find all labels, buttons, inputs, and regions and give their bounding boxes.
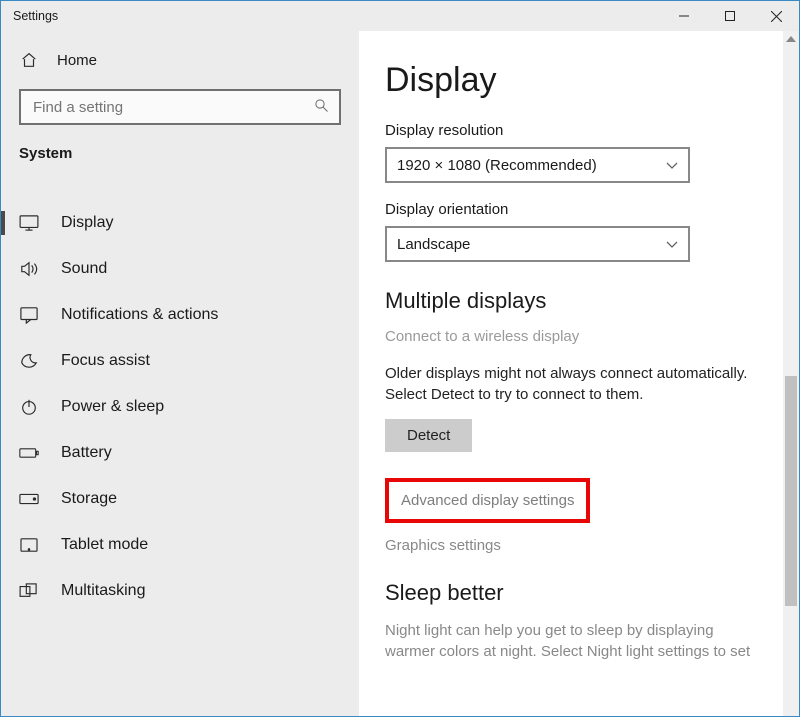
display-icon (19, 215, 39, 231)
sidebar-item-storage[interactable]: Storage (1, 476, 359, 522)
section-heading: System (1, 143, 359, 176)
storage-icon (19, 492, 39, 506)
sound-icon (19, 260, 39, 278)
minimize-button[interactable] (661, 1, 707, 31)
battery-icon (19, 446, 39, 460)
scroll-thumb[interactable] (785, 376, 797, 606)
sidebar-item-label: Power & sleep (61, 398, 164, 416)
home-label: Home (57, 52, 97, 69)
scroll-up-icon[interactable] (783, 31, 799, 47)
main-content: Display Display resolution 1920 × 1080 (… (359, 31, 783, 716)
window-controls (661, 1, 799, 31)
resolution-value: 1920 × 1080 (Recommended) (397, 157, 597, 174)
multitasking-icon (19, 583, 39, 599)
orientation-value: Landscape (397, 236, 470, 253)
orientation-label: Display orientation (385, 201, 761, 218)
search-icon (314, 98, 329, 117)
chevron-down-icon (666, 236, 678, 253)
scrollbar[interactable] (783, 31, 799, 716)
home-icon (19, 51, 39, 69)
sidebar-item-sound[interactable]: Sound (1, 246, 359, 292)
search-input[interactable] (19, 89, 341, 125)
sidebar-item-label: Focus assist (61, 352, 150, 370)
night-light-description: Night light can help you get to sleep by… (385, 620, 761, 662)
page-title: Display (385, 61, 761, 100)
sidebar: Home System Displ (1, 31, 359, 716)
nav-list: Display Sound Notifications & actions (1, 176, 359, 614)
sidebar-item-focus-assist[interactable]: Focus assist (1, 338, 359, 384)
sidebar-item-label: Sound (61, 260, 107, 278)
sidebar-item-tablet-mode[interactable]: Tablet mode (1, 522, 359, 568)
multiple-displays-heading: Multiple displays (385, 288, 761, 314)
resolution-label: Display resolution (385, 122, 761, 139)
sidebar-item-label: Battery (61, 444, 112, 462)
graphics-settings-link[interactable]: Graphics settings (385, 537, 761, 554)
highlight-annotation: Advanced display settings (385, 478, 590, 523)
sidebar-item-label: Storage (61, 490, 117, 508)
sleep-better-heading: Sleep better (385, 580, 761, 606)
focus-assist-icon (19, 352, 39, 370)
sidebar-item-label: Tablet mode (61, 536, 148, 554)
detect-button[interactable]: Detect (385, 419, 472, 452)
wireless-display-link[interactable]: Connect to a wireless display (385, 328, 761, 345)
maximize-button[interactable] (707, 1, 753, 31)
titlebar: Settings (1, 1, 799, 31)
notifications-icon (19, 306, 39, 324)
home-item[interactable]: Home (1, 39, 359, 81)
sidebar-item-label: Multitasking (61, 582, 145, 600)
advanced-display-link[interactable]: Advanced display settings (401, 492, 574, 509)
sidebar-item-multitasking[interactable]: Multitasking (1, 568, 359, 614)
orientation-dropdown[interactable]: Landscape (385, 226, 690, 262)
sidebar-item-label: Notifications & actions (61, 306, 218, 324)
sidebar-item-power-sleep[interactable]: Power & sleep (1, 384, 359, 430)
detect-description: Older displays might not always connect … (385, 363, 761, 405)
chevron-down-icon (666, 157, 678, 174)
sidebar-item-battery[interactable]: Battery (1, 430, 359, 476)
resolution-dropdown[interactable]: 1920 × 1080 (Recommended) (385, 147, 690, 183)
search-field[interactable] (31, 98, 314, 117)
sidebar-item-display[interactable]: Display (1, 200, 359, 246)
tablet-icon (19, 537, 39, 553)
sidebar-item-label: Display (61, 214, 113, 232)
settings-window: Settings Home (0, 0, 800, 717)
sidebar-item-notifications[interactable]: Notifications & actions (1, 292, 359, 338)
window-title: Settings (1, 9, 58, 23)
close-button[interactable] (753, 1, 799, 31)
power-icon (19, 398, 39, 416)
